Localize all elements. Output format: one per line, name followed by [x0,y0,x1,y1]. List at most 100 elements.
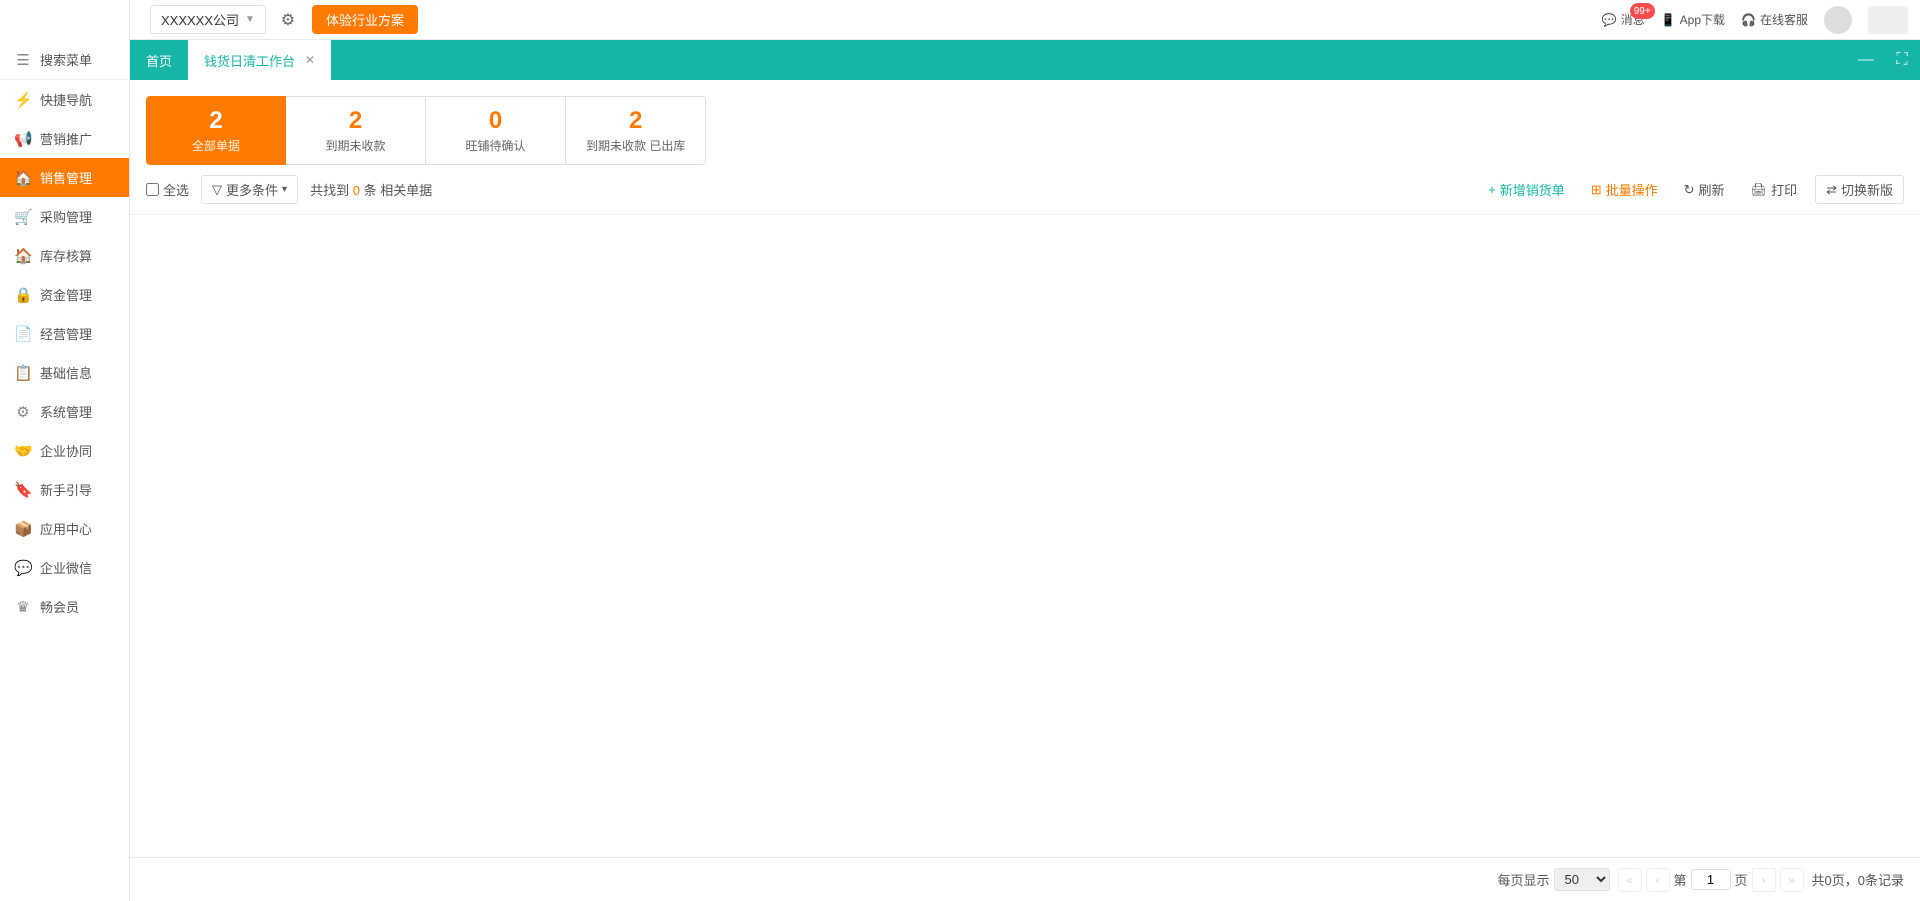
sidebar-item-cooperation[interactable]: 🤝 企业协同 [0,431,129,470]
checkbox-input[interactable] [146,183,159,196]
tab-workbench-label: 钱货日清工作台 [204,51,295,70]
summary-card-pending[interactable]: 0 旺铺待确认 [426,96,566,165]
next-page-button[interactable]: › [1752,868,1776,892]
add-order-button[interactable]: + 新增销货单 [1480,176,1573,203]
switch-version-button[interactable]: ⇄ 切换新版 [1815,175,1904,204]
result-unit: 条 [364,183,377,198]
per-page-label: 每页显示 [1497,870,1549,889]
card-overdue-shipped-label: 到期未收款 已出库 [586,137,685,154]
last-page-icon: » [1788,873,1795,887]
sidebar-item-label: 企业微信 [40,558,92,577]
per-page-select[interactable]: 50 10 20 100 [1554,868,1610,891]
first-page-icon: « [1626,873,1633,887]
page-number-input[interactable] [1691,869,1731,890]
company-selector[interactable]: XXXXXX公司 ▼ [150,5,266,34]
sidebar-search[interactable]: ☰ 搜索菜单 [0,40,129,80]
tab-home[interactable]: 首页 [130,40,188,80]
maximize-icon: ⛶ [1896,51,1907,69]
sidebar-item-purchase[interactable]: 🛒 采购管理 [0,197,129,236]
select-all-checkbox[interactable]: 全选 [146,180,189,199]
sidebar-item-label: 采购管理 [40,207,92,226]
marketing-icon: 📢 [14,130,32,148]
sidebar-item-inventory[interactable]: 🏠 库存核算 [0,236,129,275]
user-avatar[interactable] [1824,6,1852,34]
app-center-icon: 📦 [14,520,32,538]
batch-icon: ⊞ [1591,182,1602,198]
total-info: 共0页，0条记录 [1812,870,1904,889]
sidebar-item-app-center[interactable]: 📦 应用中心 [0,509,129,548]
tab-bar-actions: — ⛶ [1848,40,1920,80]
sidebar-item-label: 经营管理 [40,324,92,343]
operations-icon: 📄 [14,325,32,343]
first-page-button[interactable]: « [1618,868,1642,892]
prev-page-icon: ‹ [1656,873,1660,887]
tab-maximize-button[interactable]: ⛶ [1884,40,1920,80]
refresh-label: 刷新 [1699,180,1725,199]
card-overdue-shipped-count: 2 [586,107,685,135]
sidebar-item-finance[interactable]: 🔒 资金管理 [0,275,129,314]
add-icon: + [1488,182,1496,197]
messages-action[interactable]: 💬 消息 99+ [1602,11,1645,28]
sidebar-item-basic-info[interactable]: 📋 基础信息 [0,353,129,392]
more-filters-button[interactable]: ▽ 更多条件 ▾ [201,175,298,204]
summary-card-overdue-shipped[interactable]: 2 到期未收款 已出库 [566,96,706,165]
cooperation-icon: 🤝 [14,442,32,460]
message-icon: 💬 [1602,13,1617,27]
app-download-icon: 📱 [1661,13,1676,27]
tab-workbench[interactable]: 钱货日清工作台 ✕ [188,40,331,80]
sidebar: ☰ 搜索菜单 ⚡ 快捷导航 📢 营销推广 🏠 销售管理 🛒 采购管理 🏠 库存核… [0,0,130,901]
batch-operation-button[interactable]: ⊞ 批量操作 [1583,176,1666,203]
result-prefix: 共找到 [310,183,349,198]
header-right: 💬 消息 99+ 📱 App下载 🎧 在线客服 [1602,6,1908,34]
tab-minimize-button[interactable]: — [1848,40,1884,80]
sales-icon: 🏠 [14,169,32,187]
summary-card-overdue[interactable]: 2 到期未收款 [286,96,426,165]
per-page-selector: 每页显示 50 10 20 100 [1497,868,1609,891]
sidebar-item-wechat[interactable]: 💬 企业微信 [0,548,129,587]
last-page-button[interactable]: » [1780,868,1804,892]
page-suffix-text: 页 [1735,870,1748,889]
toolbar: 全选 ▽ 更多条件 ▾ 共找到 0 条 相关单据 + 新增销货单 ⊞ [130,165,1920,215]
card-pending-count: 0 [446,107,545,135]
experience-button[interactable]: 体验行业方案 [312,5,418,34]
result-count: 0 [353,183,360,198]
online-service-action[interactable]: 🎧 在线客服 [1741,11,1808,28]
sidebar-item-marketing[interactable]: 📢 营销推广 [0,119,129,158]
search-icon: ☰ [14,51,32,69]
batch-label: 批量操作 [1606,180,1658,199]
sidebar-item-label: 企业协同 [40,441,92,460]
app-download-action[interactable]: 📱 App下载 [1661,11,1725,28]
sidebar-item-label: 快捷导航 [40,90,92,109]
switch-label: 切换新版 [1841,180,1893,199]
refresh-button[interactable]: ↻ 刷新 [1676,176,1733,203]
summary-card-all[interactable]: 2 全部单据 [146,96,286,165]
sidebar-item-operations[interactable]: 📄 经营管理 [0,314,129,353]
more-filters-label: 更多条件 [226,180,278,199]
next-page-icon: › [1762,873,1766,887]
sidebar-item-member[interactable]: ♛ 畅会员 [0,587,129,626]
sidebar-item-quick-nav[interactable]: ⚡ 快捷导航 [0,80,129,119]
sidebar-item-system[interactable]: ⚙ 系统管理 [0,392,129,431]
tab-close-icon[interactable]: ✕ [305,53,315,67]
guide-icon: 🔖 [14,481,32,499]
filter-icon: ▽ [212,182,222,198]
finance-icon: 🔒 [14,286,32,304]
inventory-icon: 🏠 [14,247,32,265]
page-label-text: 第 [1674,870,1687,889]
sidebar-item-sales[interactable]: 🏠 销售管理 [0,158,129,197]
settings-icon: ⚙ [281,10,295,30]
quick-nav-icon: ⚡ [14,91,32,109]
sidebar-item-label: 应用中心 [40,519,92,538]
card-all-count: 2 [167,107,265,135]
print-button[interactable]: 🖨 打印 [1743,176,1806,203]
print-label: 打印 [1771,180,1797,199]
top-header: 6 畅捷通好生意 标准版 XXXXXX公司 ▼ ⚙ 体验行业方案 💬 消息 99… [0,0,1920,40]
sidebar-item-guide[interactable]: 🔖 新手引导 [0,470,129,509]
company-name: XXXXXX公司 [161,10,239,29]
purchase-icon: 🛒 [14,208,32,226]
user-name-area [1868,6,1908,34]
online-service-label: 在线客服 [1760,11,1808,28]
prev-page-button[interactable]: ‹ [1646,868,1670,892]
settings-button[interactable]: ⚙ [274,6,302,34]
sidebar-item-label: 系统管理 [40,402,92,421]
